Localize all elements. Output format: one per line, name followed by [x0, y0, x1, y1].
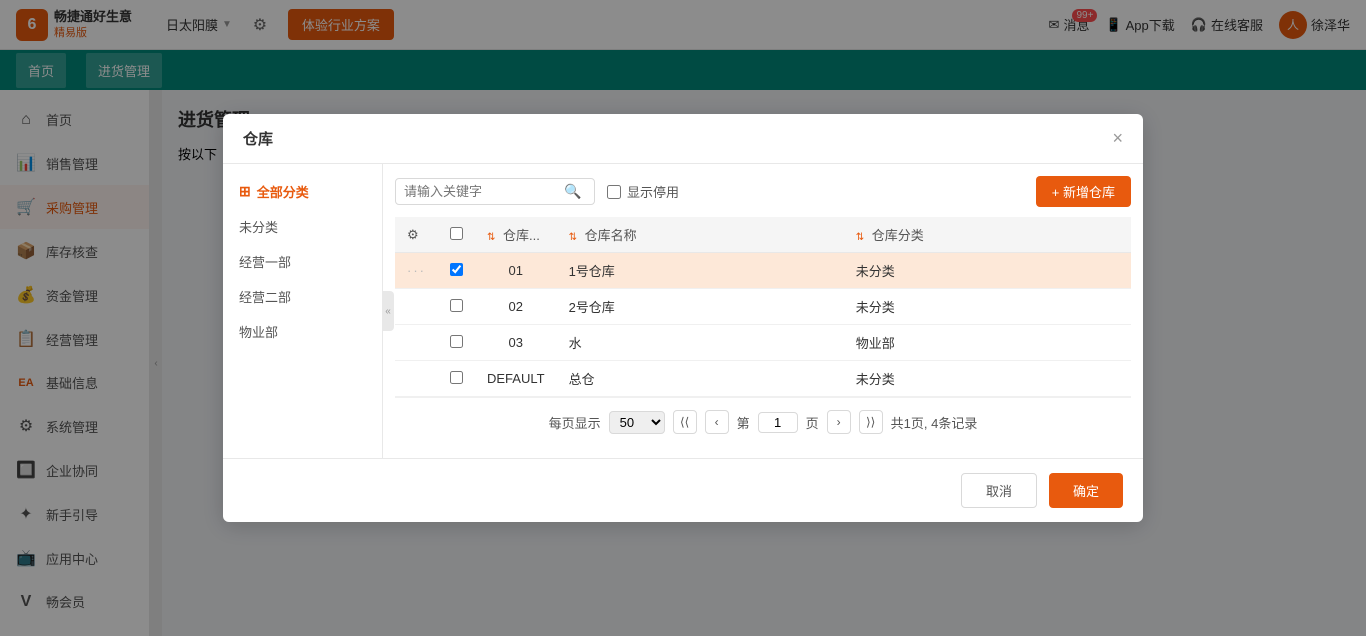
modal-body: « ⊞ 全部分类 未分类 经营一部 经营二部 物业部 🔍 — [223, 164, 1143, 458]
row-category-4: 未分类 — [844, 361, 1131, 397]
row-name-1: 1号仓库 — [557, 253, 844, 289]
row-code-1: 01 — [475, 253, 557, 289]
table-row[interactable]: 03 水 物业部 — [395, 325, 1131, 361]
category-panel: « ⊞ 全部分类 未分类 经营一部 经营二部 物业部 — [223, 164, 383, 458]
col-header-settings: ⚙ — [395, 217, 438, 253]
table-row[interactable]: 02 2号仓库 未分类 — [395, 289, 1131, 325]
row-settings-4 — [395, 361, 438, 397]
row-code-3: 03 — [475, 325, 557, 361]
cancel-button[interactable]: 取消 — [961, 473, 1037, 508]
row-check-1 — [438, 253, 475, 289]
row-category-1: 未分类 — [844, 253, 1131, 289]
current-page-input[interactable] — [758, 412, 798, 433]
select-all-checkbox[interactable] — [450, 227, 463, 240]
first-page-button[interactable]: ⟨⟨ — [673, 410, 697, 434]
category-all-label: 全部分类 — [257, 182, 309, 201]
table-header: ⚙ ⇅ 仓库... ⇅ 仓库名称 — [395, 217, 1131, 253]
warehouse-table: ⚙ ⇅ 仓库... ⇅ 仓库名称 — [395, 217, 1131, 397]
sort-icon-category: ⇅ — [856, 232, 864, 243]
modal-overlay: 仓库 × « ⊞ 全部分类 未分类 经营一部 经营二部 物业部 — [0, 0, 1366, 636]
category-item-unclassified[interactable]: 未分类 — [223, 209, 382, 244]
row-settings-2 — [395, 289, 438, 325]
show-disabled-text: 显示停用 — [627, 182, 679, 201]
settings-col-icon: ⚙ — [407, 227, 419, 242]
row-checkbox-2[interactable] — [450, 299, 463, 312]
modal-close-button[interactable]: × — [1112, 128, 1123, 149]
page-suffix-label: 页 — [806, 413, 819, 432]
category-item-property[interactable]: 物业部 — [223, 314, 382, 349]
prev-page-button[interactable]: ‹ — [705, 410, 729, 434]
toolbar-left: 🔍 显示停用 — [395, 178, 679, 205]
last-page-button[interactable]: ⟩⟩ — [859, 410, 883, 434]
row-name-3: 水 — [557, 325, 844, 361]
row-checkbox-4[interactable] — [450, 371, 463, 384]
row-check-3 — [438, 325, 475, 361]
row-code-4: DEFAULT — [475, 361, 557, 397]
category-header[interactable]: ⊞ 全部分类 — [223, 174, 382, 209]
category-collapse-button[interactable]: « — [382, 291, 394, 331]
row-checkbox-1[interactable] — [450, 263, 463, 276]
category-item-dept2[interactable]: 经营二部 — [223, 279, 382, 314]
sort-icon-code: ⇅ — [487, 232, 495, 243]
page-text-label: 第 — [737, 413, 750, 432]
next-page-button[interactable]: › — [827, 410, 851, 434]
table-panel: 🔍 显示停用 + 新增仓库 ⚙ — [383, 164, 1143, 458]
search-icon: 🔍 — [564, 183, 581, 200]
row-settings-1: ··· — [395, 253, 438, 289]
page-total-summary: 共1页, 4条记录 — [891, 413, 978, 432]
col-header-name: ⇅ 仓库名称 — [557, 217, 844, 253]
modal-title: 仓库 — [243, 128, 273, 149]
show-disabled-checkbox[interactable] — [607, 185, 621, 199]
per-page-select[interactable]: 50 20 100 — [609, 411, 665, 434]
row-check-4 — [438, 361, 475, 397]
modal-header: 仓库 × — [223, 114, 1143, 164]
grid-icon: ⊞ — [239, 183, 251, 200]
per-page-label: 每页显示 — [549, 413, 601, 432]
pagination: 每页显示 50 20 100 ⟨⟨ ‹ 第 页 › ⟩⟩ 共1页, 4条记录 — [395, 397, 1131, 446]
add-warehouse-button[interactable]: + 新增仓库 — [1036, 176, 1131, 207]
table-row[interactable]: DEFAULT 总仓 未分类 — [395, 361, 1131, 397]
col-header-category: ⇅ 仓库分类 — [844, 217, 1131, 253]
show-disabled-label: 显示停用 — [607, 182, 679, 201]
col-header-code: ⇅ 仓库... — [475, 217, 557, 253]
category-item-dept1[interactable]: 经营一部 — [223, 244, 382, 279]
confirm-button[interactable]: 确定 — [1049, 473, 1123, 508]
modal-footer: 取消 确定 — [223, 458, 1143, 522]
table-container: ⚙ ⇅ 仓库... ⇅ 仓库名称 — [395, 217, 1131, 397]
warehouse-modal: 仓库 × « ⊞ 全部分类 未分类 经营一部 经营二部 物业部 — [223, 114, 1143, 522]
search-box: 🔍 — [395, 178, 595, 205]
table-body: ··· 01 1号仓库 未分类 02 2号仓库 — [395, 253, 1131, 397]
row-checkbox-3[interactable] — [450, 335, 463, 348]
search-input[interactable] — [404, 184, 564, 199]
row-name-4: 总仓 — [557, 361, 844, 397]
row-settings-3 — [395, 325, 438, 361]
row-name-2: 2号仓库 — [557, 289, 844, 325]
sort-icon-name: ⇅ — [569, 232, 577, 243]
col-header-check — [438, 217, 475, 253]
row-category-3: 物业部 — [844, 325, 1131, 361]
row-code-2: 02 — [475, 289, 557, 325]
row-category-2: 未分类 — [844, 289, 1131, 325]
table-row[interactable]: ··· 01 1号仓库 未分类 — [395, 253, 1131, 289]
row-check-2 — [438, 289, 475, 325]
table-toolbar: 🔍 显示停用 + 新增仓库 — [395, 176, 1131, 207]
